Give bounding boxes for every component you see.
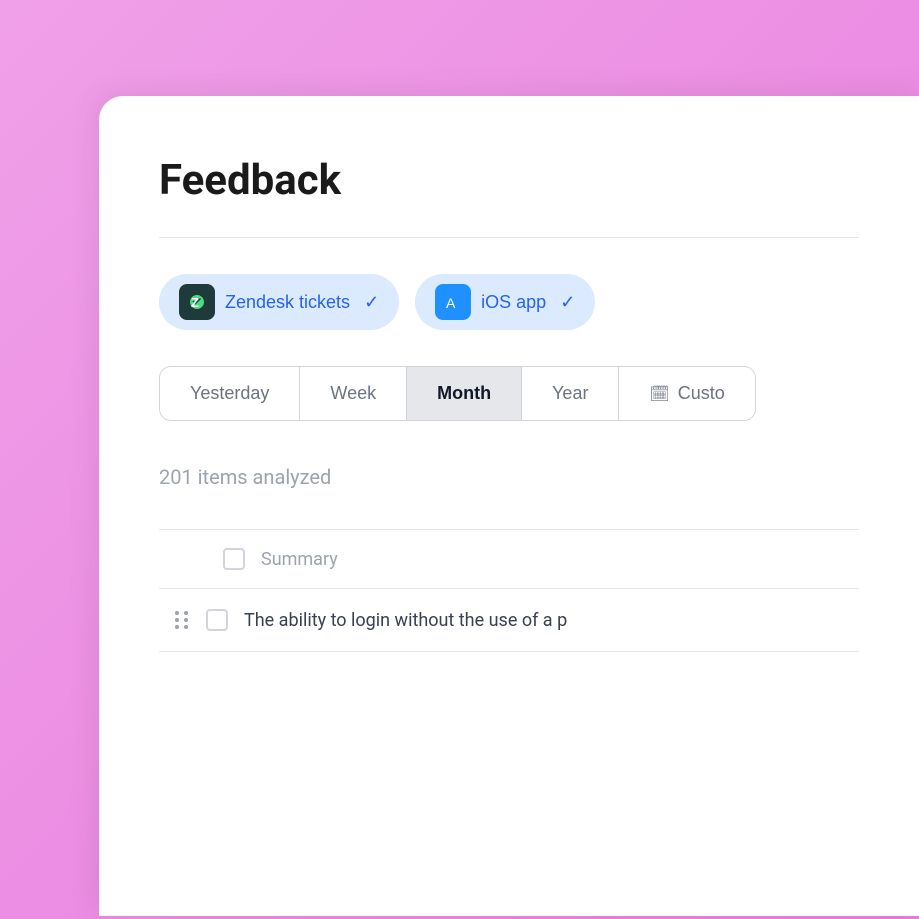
- item-text: The ability to login without the use of …: [244, 610, 843, 631]
- summary-row: Summary: [159, 529, 859, 589]
- tab-year[interactable]: Year: [522, 367, 619, 420]
- drag-dot: [175, 625, 179, 629]
- drag-dot: [175, 618, 179, 622]
- source-buttons-container: Z Zendesk tickets ✓ A iOS app ✓: [159, 274, 859, 330]
- tab-custom[interactable]: 🗓 Custo: [619, 367, 754, 420]
- feedback-list: Summary The ability to login without the…: [159, 529, 859, 652]
- ios-icon: A: [435, 284, 471, 320]
- tab-yesterday[interactable]: Yesterday: [160, 367, 300, 420]
- ios-label: iOS app: [481, 292, 546, 313]
- drag-handle-icon[interactable]: [175, 611, 190, 629]
- drag-dots: [175, 611, 190, 629]
- title-divider: [159, 237, 859, 238]
- main-card: Feedback Z Zendesk tickets ✓ A: [99, 96, 919, 916]
- drag-dot: [184, 618, 188, 622]
- ios-check: ✓: [560, 292, 575, 313]
- summary-label: Summary: [261, 549, 338, 570]
- drag-dot: [175, 611, 179, 615]
- time-tabs-container: Yesterday Week Month Year 🗓 Custo: [159, 366, 756, 421]
- items-analyzed-count: 201 items analyzed: [159, 465, 859, 489]
- item-checkbox[interactable]: [206, 609, 228, 631]
- zendesk-check: ✓: [364, 292, 379, 313]
- calendar-icon: 🗓: [649, 384, 669, 404]
- zendesk-icon: Z: [179, 284, 215, 320]
- tab-month[interactable]: Month: [407, 367, 522, 420]
- table-row: The ability to login without the use of …: [159, 589, 859, 652]
- page-title: Feedback: [159, 156, 859, 205]
- drag-dot: [184, 625, 188, 629]
- summary-checkbox[interactable]: [223, 548, 245, 570]
- drag-dot: [184, 611, 188, 615]
- svg-text:Z: Z: [191, 295, 199, 310]
- svg-text:A: A: [446, 295, 456, 311]
- custom-tab-label: Custo: [678, 383, 725, 404]
- tab-week[interactable]: Week: [300, 367, 407, 420]
- zendesk-label: Zendesk tickets: [225, 292, 350, 313]
- ios-source-button[interactable]: A iOS app ✓: [415, 274, 595, 330]
- zendesk-source-button[interactable]: Z Zendesk tickets ✓: [159, 274, 399, 330]
